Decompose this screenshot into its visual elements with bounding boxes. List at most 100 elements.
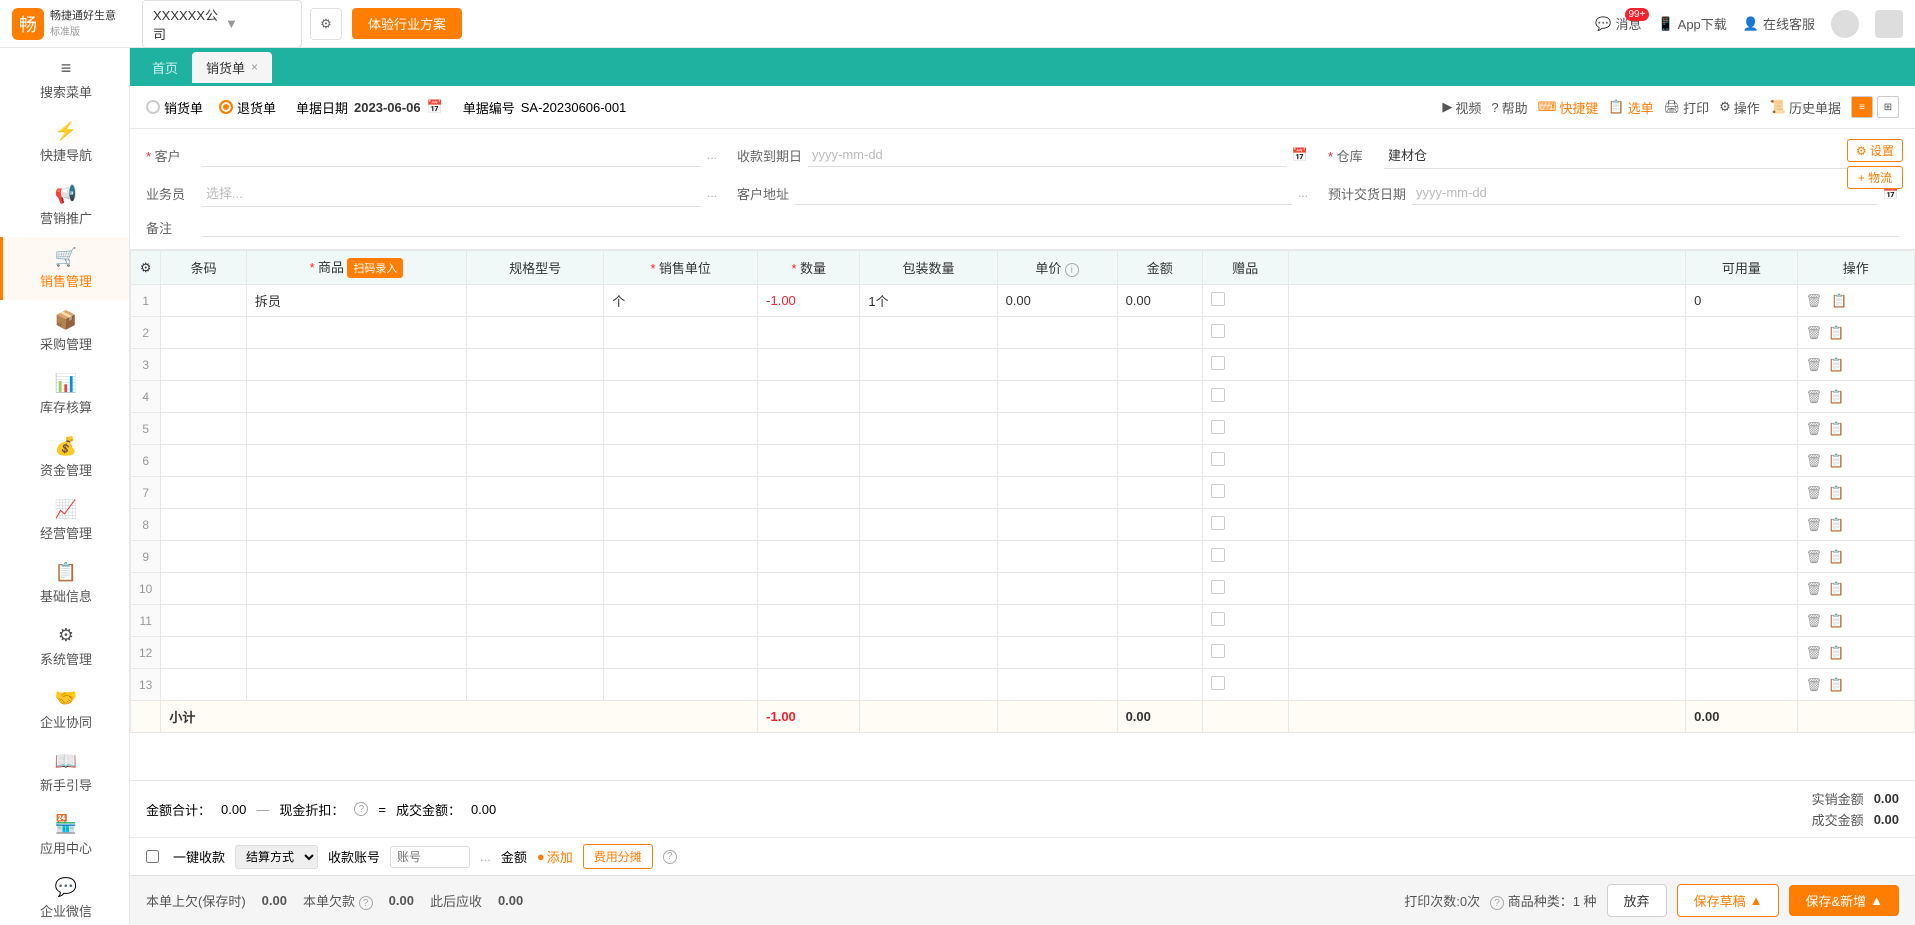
tab-sales-order[interactable]: 销货单 × [192, 52, 272, 83]
row-7-copy-icon[interactable]: 📋 [1828, 485, 1844, 500]
bill-owe-info-icon[interactable]: ? [359, 896, 373, 910]
row-1-product[interactable]: 拆员 [246, 285, 466, 317]
row-1-delete-icon[interactable]: 🗑 [1806, 293, 1823, 308]
gift-checkbox-6[interactable] [1211, 452, 1225, 466]
tab-close-icon[interactable]: × [251, 60, 258, 74]
address-more-icon[interactable]: ... [1298, 186, 1308, 200]
row-10-copy-icon[interactable]: 📋 [1828, 581, 1844, 596]
warehouse-input[interactable]: 建材仓 [1384, 141, 1883, 169]
message-button[interactable]: 💬 消息 99+ [1595, 14, 1641, 33]
abandon-button[interactable]: 放弃 [1607, 884, 1667, 917]
row-9-copy-icon[interactable]: 📋 [1828, 549, 1844, 564]
settings-action-button[interactable]: ⚙ 设置 [1847, 139, 1903, 162]
trial-button[interactable]: 体验行业方案 [352, 8, 462, 39]
view-grid-btn[interactable]: ⊞ [1877, 96, 1899, 118]
expense-split-button[interactable]: 费用分摊 [583, 844, 653, 869]
col-settings-header[interactable]: ⚙ [131, 251, 161, 285]
unit-price-info-icon[interactable]: i [1065, 263, 1079, 277]
print-tool[interactable]: 🖨 打印 [1664, 98, 1710, 117]
row-2-delete-icon[interactable]: 🗑 [1806, 325, 1823, 340]
sidebar-item-cooperation[interactable]: 🤝 企业协同 [0, 678, 129, 741]
row-1-quantity[interactable]: -1.00 [758, 285, 860, 317]
payment-calendar-icon[interactable]: 📅 [1292, 147, 1308, 163]
company-selector[interactable]: XXXXXX公司 ▼ [142, 0, 302, 48]
payment-method-select[interactable]: 结算方式 [235, 845, 318, 869]
gift-checkbox-11[interactable] [1211, 612, 1225, 626]
delivery-date-input[interactable]: yyyy-mm-dd [1412, 181, 1877, 205]
payment-due-input[interactable]: yyyy-mm-dd [808, 143, 1286, 167]
tab-home[interactable]: 首页 [138, 52, 192, 83]
row-1-spec[interactable] [467, 285, 604, 317]
sidebar-item-system[interactable]: ⚙ 系统管理 [0, 615, 129, 678]
row-1-amount[interactable]: 0.00 [1117, 285, 1203, 317]
user-menu-button[interactable] [1875, 10, 1903, 38]
row-6-copy-icon[interactable]: 📋 [1828, 453, 1844, 468]
add-payment-button[interactable]: ● 添加 [537, 847, 573, 866]
gift-checkbox-2[interactable] [1211, 324, 1225, 338]
row-5-copy-icon[interactable]: 📋 [1828, 421, 1844, 436]
customer-more-icon[interactable]: ... [707, 148, 717, 162]
gift-checkbox-3[interactable] [1211, 356, 1225, 370]
account-input[interactable] [390, 846, 470, 868]
gift-checkbox-13[interactable] [1211, 676, 1225, 690]
sidebar-item-quick-nav[interactable]: ⚡ 快捷导航 [0, 111, 129, 174]
sidebar-item-operations[interactable]: 📈 经营管理 [0, 489, 129, 552]
row-1-barcode[interactable] [161, 285, 247, 317]
row-2-copy-icon[interactable]: 📋 [1828, 325, 1844, 340]
sidebar-item-marketing[interactable]: 📢 营销推广 [0, 174, 129, 237]
row-3-delete-icon[interactable]: 🗑 [1806, 357, 1823, 372]
sidebar-item-sales[interactable]: 🛒 销售管理 [0, 237, 129, 300]
calendar-icon[interactable]: 📅 [427, 99, 443, 115]
sidebar-item-inventory[interactable]: 📊 库存核算 [0, 363, 129, 426]
product-types-icon[interactable]: ? [1490, 896, 1504, 910]
row-13-copy-icon[interactable]: 📋 [1828, 677, 1844, 692]
sidebar-item-finance[interactable]: 💰 资金管理 [0, 426, 129, 489]
save-new-button[interactable]: 保存&新增 ▲ [1789, 885, 1899, 916]
row-11-copy-icon[interactable]: 📋 [1828, 613, 1844, 628]
expense-info-icon[interactable]: ? [663, 850, 677, 864]
account-more-icon[interactable]: ... [480, 849, 491, 864]
row-1-unit-price[interactable]: 0.00 [997, 285, 1117, 317]
row-5-delete-icon[interactable]: 🗑 [1806, 421, 1823, 436]
customer-address-input[interactable] [795, 181, 1292, 205]
operate-tool[interactable]: ⚙ 操作 [1719, 98, 1760, 117]
online-service-button[interactable]: 👤 在线客服 [1743, 14, 1815, 33]
row-1-pack-qty[interactable]: 1个 [860, 285, 997, 317]
radio-return-order[interactable]: 退货单 [219, 98, 276, 117]
gift-checkbox-7[interactable] [1211, 484, 1225, 498]
gift-checkbox-5[interactable] [1211, 420, 1225, 434]
radio-sale-order[interactable]: 销货单 [146, 98, 203, 117]
row-9-delete-icon[interactable]: 🗑 [1806, 549, 1823, 564]
gift-checkbox-4[interactable] [1211, 388, 1225, 402]
gift-checkbox-9[interactable] [1211, 548, 1225, 562]
sidebar-item-search[interactable]: ≡ 搜索菜单 [0, 48, 129, 111]
logistics-action-button[interactable]: + 物流 [1847, 166, 1903, 189]
sidebar-item-basic-info[interactable]: 📋 基础信息 [0, 552, 129, 615]
gear-button[interactable]: ⚙ [310, 8, 342, 40]
user-avatar[interactable] [1831, 10, 1859, 38]
gift-checkbox-10[interactable] [1211, 580, 1225, 594]
customer-input[interactable] [202, 143, 701, 167]
row-8-copy-icon[interactable]: 📋 [1828, 517, 1844, 532]
gift-checkbox-1[interactable] [1211, 292, 1225, 306]
remark-input[interactable] [202, 217, 1899, 237]
row-10-delete-icon[interactable]: 🗑 [1806, 581, 1823, 596]
sidebar-item-app-center[interactable]: 🏪 应用中心 [0, 804, 129, 867]
sidebar-item-enterprise-wechat[interactable]: 💬 企业微信 [0, 867, 129, 925]
scan-button[interactable]: 扫码录入 [347, 258, 403, 278]
row-8-delete-icon[interactable]: 🗑 [1806, 517, 1823, 532]
gift-checkbox-8[interactable] [1211, 516, 1225, 530]
row-4-delete-icon[interactable]: 🗑 [1806, 389, 1823, 404]
row-1-unit[interactable]: 个 [604, 285, 758, 317]
row-4-copy-icon[interactable]: 📋 [1828, 389, 1844, 404]
sidebar-item-purchase[interactable]: 📦 采购管理 [0, 300, 129, 363]
row-7-delete-icon[interactable]: 🗑 [1806, 485, 1823, 500]
row-6-delete-icon[interactable]: 🗑 [1806, 453, 1823, 468]
salesperson-more-icon[interactable]: ... [707, 186, 717, 200]
view-list-btn[interactable]: ≡ [1851, 96, 1873, 118]
save-draft-button[interactable]: 保存草稿 ▲ [1677, 884, 1780, 917]
shortcut-tool[interactable]: ⌨ 快捷键 [1538, 98, 1599, 117]
cash-discount-info-icon[interactable]: ? [354, 802, 368, 816]
video-tool[interactable]: ▶ 视频 [1442, 98, 1481, 117]
row-11-delete-icon[interactable]: 🗑 [1806, 613, 1823, 628]
